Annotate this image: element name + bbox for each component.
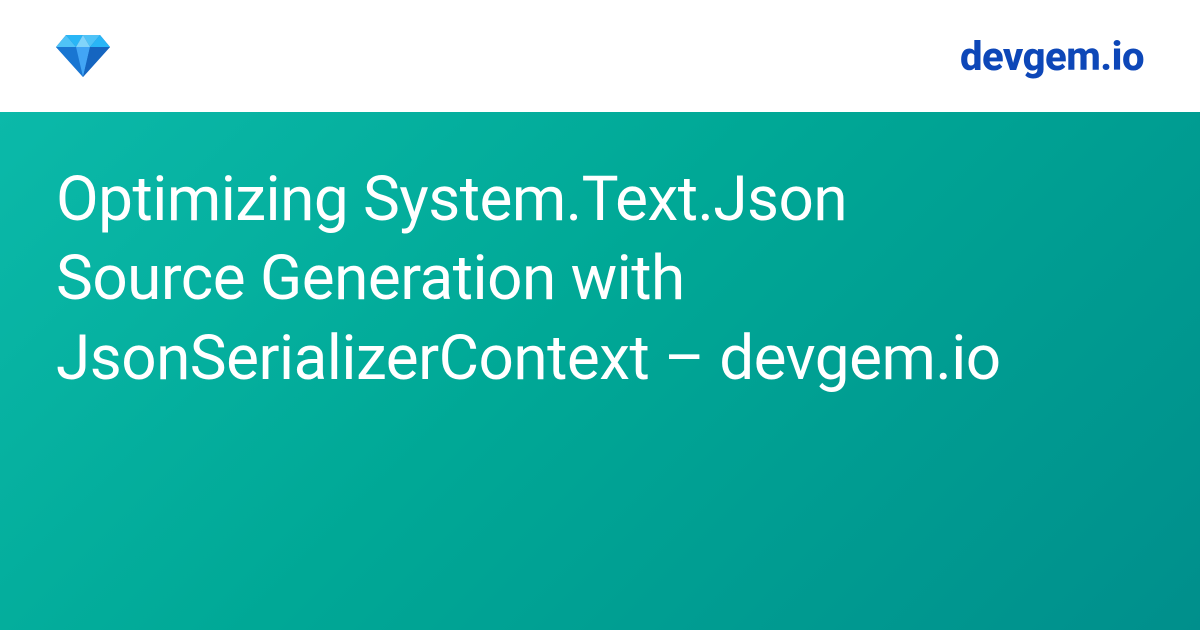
- hero-section: Optimizing System.Text.Json Source Gener…: [0, 112, 1200, 630]
- gem-icon: [56, 35, 110, 77]
- page-title: Optimizing System.Text.Json Source Gener…: [56, 160, 1036, 398]
- brand-name: devgem.io: [960, 33, 1144, 80]
- header-bar: devgem.io: [0, 0, 1200, 112]
